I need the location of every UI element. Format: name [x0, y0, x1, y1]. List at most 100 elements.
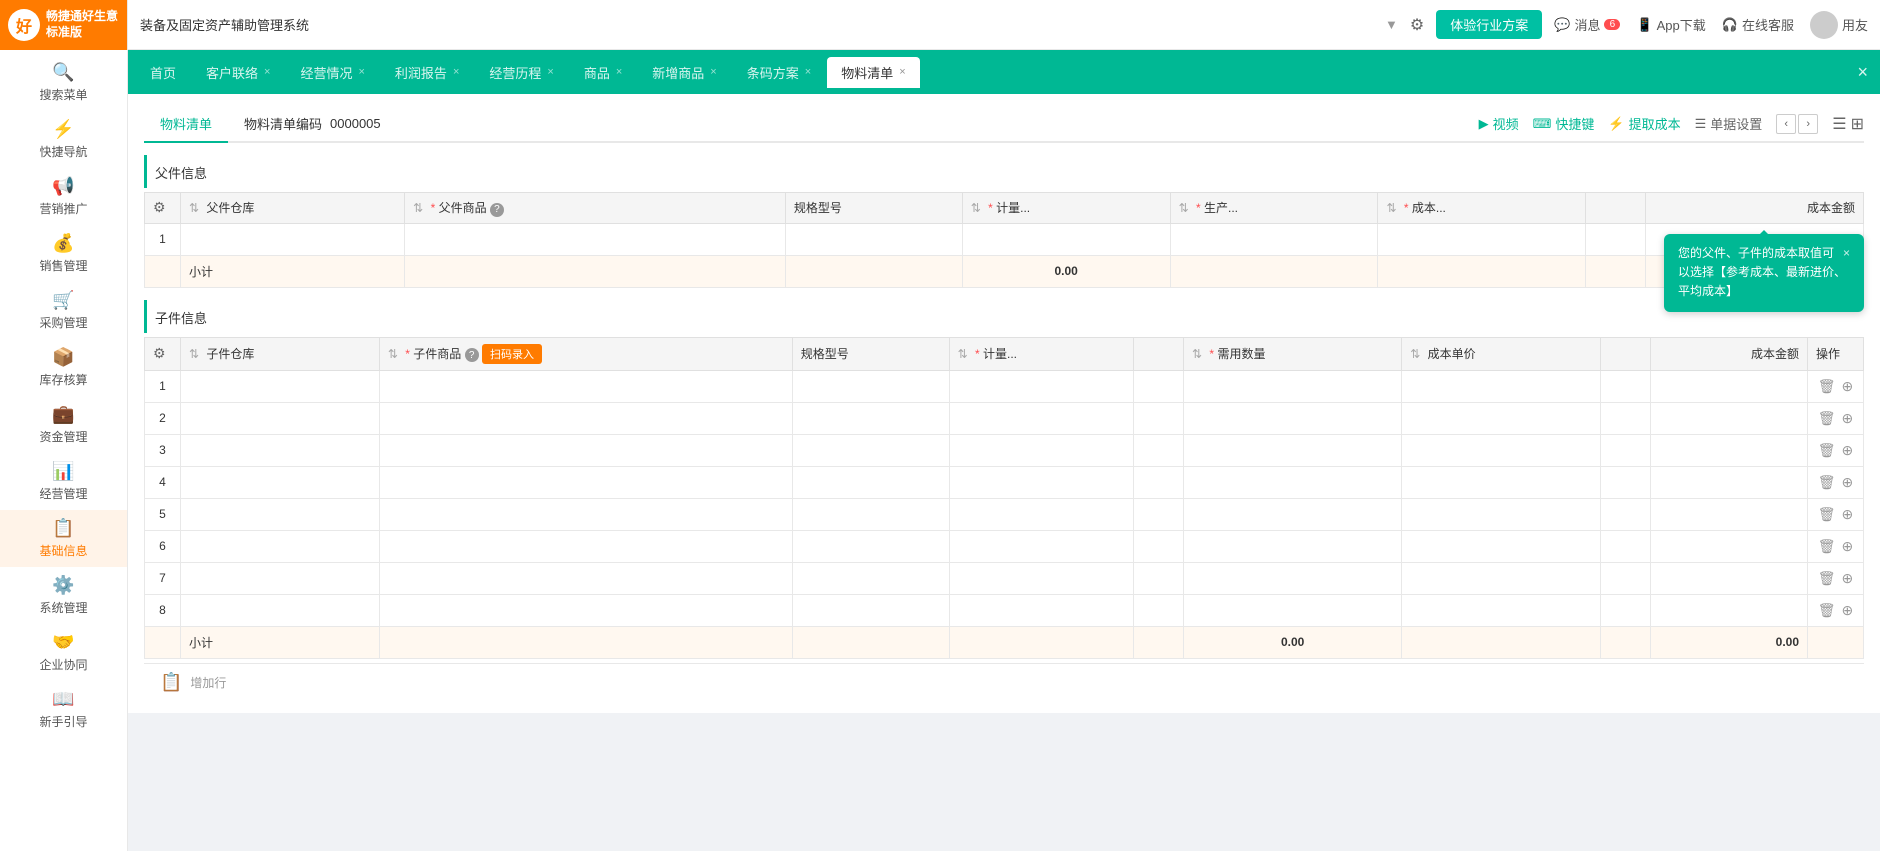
child-unit-cost-cell[interactable]: [1402, 434, 1601, 466]
copy-icon[interactable]: ⊕: [1842, 538, 1854, 555]
online-support-action[interactable]: 🎧 在线客服: [1722, 15, 1794, 34]
copy-icon[interactable]: ⊕: [1842, 570, 1854, 587]
delete-icon[interactable]: 🗑: [1818, 538, 1836, 555]
tab-goods-close[interactable]: ×: [616, 66, 622, 78]
child-cost-amount-cell[interactable]: [1651, 594, 1808, 626]
tab-business-close[interactable]: ×: [358, 66, 364, 78]
parent-settings-gear[interactable]: ⚙: [153, 199, 166, 215]
child-unit-cost-cell[interactable]: [1402, 466, 1601, 498]
child-qty-cell[interactable]: [1184, 562, 1402, 594]
child-qty-cell[interactable]: [1184, 434, 1402, 466]
child-cost-amount-cell[interactable]: [1651, 562, 1808, 594]
view-action[interactable]: ▶ 视频: [1479, 114, 1519, 133]
message-action[interactable]: 💬 消息 6: [1554, 15, 1620, 34]
child-warehouse-cell[interactable]: [181, 434, 380, 466]
child-unit-cost-cell[interactable]: [1402, 530, 1601, 562]
child-spec-cell[interactable]: [792, 530, 949, 562]
user-action[interactable]: 用友: [1810, 11, 1868, 39]
delete-icon[interactable]: 🗑: [1818, 570, 1836, 587]
product-help-icon[interactable]: ?: [490, 203, 504, 217]
sidebar-logo[interactable]: 好 畅捷通好生意 标准版: [0, 0, 127, 50]
nav-next[interactable]: ›: [1798, 114, 1818, 134]
child-unit-cost-cell[interactable]: [1402, 402, 1601, 434]
child-spec-cell[interactable]: [792, 370, 949, 402]
child-warehouse-cell[interactable]: [181, 562, 380, 594]
trial-btn[interactable]: 体验行业方案: [1436, 10, 1542, 39]
sidebar-item-search[interactable]: 🔍 搜索菜单: [0, 54, 127, 111]
child-unit-cost-cell[interactable]: [1402, 370, 1601, 402]
tab-profit[interactable]: 利润报告 ×: [381, 57, 473, 88]
child-warehouse-cell[interactable]: [181, 402, 380, 434]
child-cost-amount-cell[interactable]: [1651, 498, 1808, 530]
child-unit-cost-cell[interactable]: [1402, 562, 1601, 594]
child-cost-amount-cell[interactable]: [1651, 466, 1808, 498]
child-warehouse-cell[interactable]: [181, 594, 380, 626]
child-unit-cell[interactable]: [949, 562, 1133, 594]
child-qty-cell[interactable]: [1184, 498, 1402, 530]
close-all-tabs[interactable]: ×: [1853, 58, 1872, 87]
parent-unit-cell[interactable]: [962, 223, 1170, 255]
sidebar-item-basic-info[interactable]: 📋 基础信息: [0, 510, 127, 567]
child-spec-cell[interactable]: [792, 434, 949, 466]
parent-cost-cell[interactable]: [1378, 223, 1586, 255]
copy-icon[interactable]: ⊕: [1842, 410, 1854, 427]
child-product-cell[interactable]: [379, 530, 792, 562]
shortcut-action[interactable]: ⌨ 快捷键: [1533, 114, 1595, 133]
tab-bom[interactable]: 物料清单 ×: [827, 57, 919, 88]
child-warehouse-cell[interactable]: [181, 530, 380, 562]
child-product-cell[interactable]: [379, 562, 792, 594]
copy-icon[interactable]: ⊕: [1842, 378, 1854, 395]
sidebar-item-sales[interactable]: 💰 销售管理: [0, 225, 127, 282]
child-unit-cell[interactable]: [949, 530, 1133, 562]
copy-icon[interactable]: ⊕: [1842, 442, 1854, 459]
child-spec-cell[interactable]: [792, 402, 949, 434]
child-cost-amount-cell[interactable]: [1651, 434, 1808, 466]
tab-barcode[interactable]: 条码方案 ×: [733, 57, 825, 88]
child-product-cell[interactable]: [379, 434, 792, 466]
sub-tab-bom-list[interactable]: 物料清单: [144, 106, 228, 143]
child-product-cell[interactable]: [379, 370, 792, 402]
child-warehouse-cell[interactable]: [181, 370, 380, 402]
tab-history-close[interactable]: ×: [547, 66, 553, 78]
child-spec-cell[interactable]: [792, 466, 949, 498]
delete-icon[interactable]: 🗑: [1818, 474, 1836, 491]
parent-warehouse-cell[interactable]: [181, 223, 405, 255]
list-view-icon[interactable]: ☰: [1832, 114, 1846, 134]
child-product-help-icon[interactable]: ?: [465, 348, 479, 362]
parent-product-cell[interactable]: [405, 223, 786, 255]
child-cost-amount-cell[interactable]: [1651, 530, 1808, 562]
grid-view-icon[interactable]: ⊞: [1851, 114, 1864, 134]
child-cost-amount-cell[interactable]: [1651, 370, 1808, 402]
tab-new-goods[interactable]: 新增商品 ×: [638, 57, 730, 88]
sidebar-item-marketing[interactable]: 📢 营销推广: [0, 168, 127, 225]
sidebar-item-quick-nav[interactable]: ⚡ 快捷导航: [0, 111, 127, 168]
child-cost-amount-cell[interactable]: [1651, 402, 1808, 434]
tab-history[interactable]: 经营历程 ×: [475, 57, 567, 88]
child-spec-cell[interactable]: [792, 594, 949, 626]
tab-home[interactable]: 首页: [136, 57, 190, 88]
copy-icon[interactable]: ⊕: [1842, 506, 1854, 523]
sidebar-item-enterprise[interactable]: 🤝 企业协同: [0, 624, 127, 681]
child-unit-cell[interactable]: [949, 594, 1133, 626]
child-product-cell[interactable]: [379, 466, 792, 498]
delete-icon[interactable]: 🗑: [1818, 442, 1836, 459]
child-unit-cost-cell[interactable]: [1402, 594, 1601, 626]
child-qty-cell[interactable]: [1184, 466, 1402, 498]
tab-customer-close[interactable]: ×: [264, 66, 270, 78]
child-unit-cell[interactable]: [949, 402, 1133, 434]
child-unit-cell[interactable]: [949, 498, 1133, 530]
child-unit-cell[interactable]: [949, 466, 1133, 498]
delete-icon[interactable]: 🗑: [1818, 410, 1836, 427]
child-qty-cell[interactable]: [1184, 594, 1402, 626]
parent-produce-cell[interactable]: [1170, 223, 1378, 255]
tab-profit-close[interactable]: ×: [453, 66, 459, 78]
single-setting-action[interactable]: ☰ 单据设置: [1695, 114, 1763, 133]
child-settings-gear[interactable]: ⚙: [153, 345, 166, 361]
sidebar-item-operations[interactable]: 📊 经营管理: [0, 453, 127, 510]
sidebar-item-finance[interactable]: 💼 资金管理: [0, 396, 127, 453]
tooltip-close-btn[interactable]: ×: [1843, 244, 1850, 263]
sidebar-item-system[interactable]: ⚙️ 系统管理: [0, 567, 127, 624]
add-row-label[interactable]: 增加行: [190, 674, 226, 691]
child-qty-cell[interactable]: [1184, 530, 1402, 562]
child-warehouse-cell[interactable]: [181, 466, 380, 498]
